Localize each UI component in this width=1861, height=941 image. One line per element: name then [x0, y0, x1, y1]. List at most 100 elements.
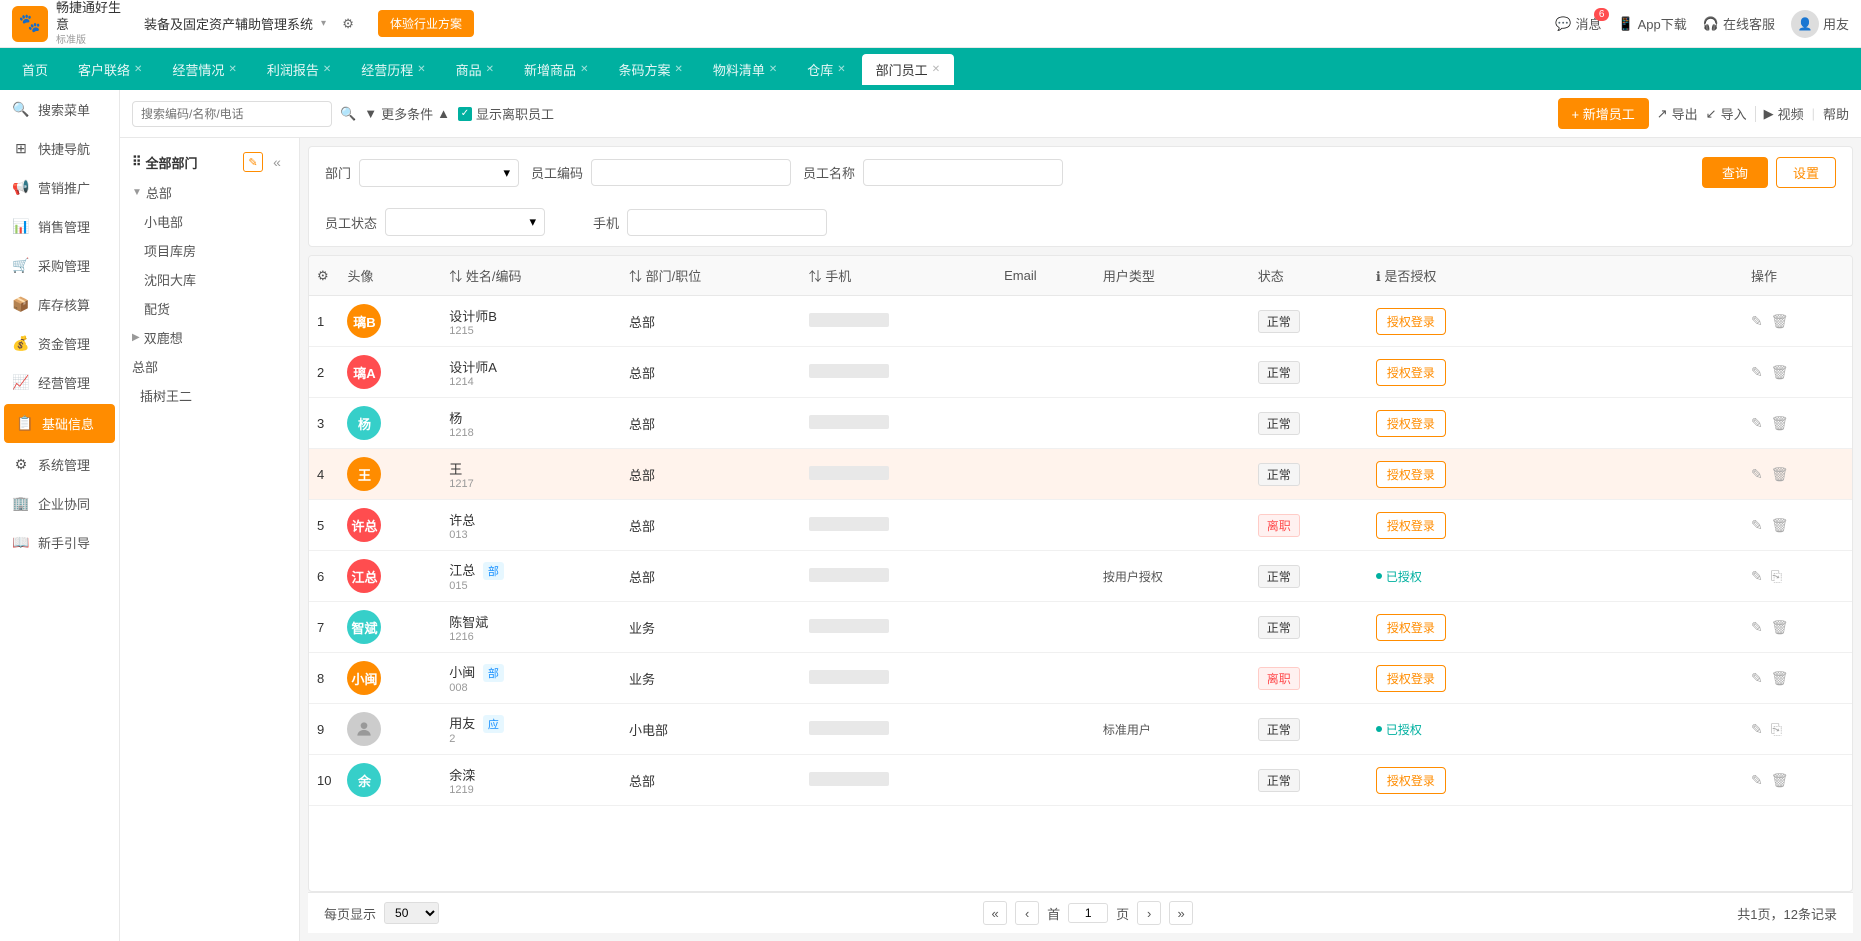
prev-page-btn[interactable]: ‹ — [1015, 901, 1039, 925]
tab-customer-close[interactable]: ✕ — [134, 64, 142, 75]
col-phone[interactable]: ⇅ 手机 — [801, 256, 996, 296]
edit-icon[interactable]: ✎ — [1751, 415, 1763, 432]
next-page-btn[interactable]: › — [1137, 901, 1161, 925]
edit-icon[interactable]: ✎ — [1751, 619, 1763, 636]
auth-login-btn[interactable]: 授权登录 — [1376, 614, 1446, 641]
delete-icon[interactable]: 🗑 — [1771, 670, 1789, 687]
experience-btn[interactable]: 体验行业方案 — [378, 10, 474, 37]
edit-icon[interactable]: ✎ — [1751, 772, 1763, 789]
page-number-input[interactable] — [1068, 903, 1108, 923]
tab-add-goods[interactable]: 新增商品 ✕ — [510, 54, 602, 85]
dept-node-hq2[interactable]: 总部 — [120, 352, 299, 381]
copy-icon[interactable]: ⎘ — [1771, 568, 1782, 585]
dept-add-icon[interactable]: ✎ — [243, 152, 263, 172]
sidebar-item-marketing[interactable]: 📢 营销推广 — [0, 168, 119, 207]
edit-icon[interactable]: ✎ — [1751, 568, 1763, 585]
auth-login-btn[interactable]: 授权登录 — [1376, 410, 1446, 437]
sidebar-item-basic[interactable]: 📋 基础信息 — [4, 404, 115, 443]
tab-bom[interactable]: 物料清单 ✕ — [699, 54, 791, 85]
sidebar-item-inventory[interactable]: 📦 库存核算 — [0, 285, 119, 324]
user-area[interactable]: 👤 用友 — [1791, 10, 1849, 38]
set-btn[interactable]: 设置 — [1776, 157, 1836, 188]
col-settings[interactable]: ⚙ — [309, 256, 339, 296]
auth-login-btn[interactable]: 授权登录 — [1376, 767, 1446, 794]
dept-node-small-electronics[interactable]: 小电部 — [120, 207, 299, 236]
page-size-select[interactable]: 50 100 — [384, 902, 439, 924]
tab-ops-close[interactable]: ✕ — [228, 64, 236, 75]
sidebar-item-corp[interactable]: 🏢 企业协同 — [0, 484, 119, 523]
filter-dept-select[interactable]: ▾ — [359, 159, 519, 187]
sidebar-item-quicknav[interactable]: ⊞ 快捷导航 — [0, 129, 119, 168]
filter-status-select[interactable]: ▾ — [385, 208, 545, 236]
delete-icon[interactable]: 🗑 — [1771, 619, 1789, 636]
tab-customer[interactable]: 客户联络 ✕ — [64, 54, 156, 85]
view-btn[interactable]: ▶ 视频 — [1764, 104, 1804, 123]
tab-add-goods-close[interactable]: ✕ — [580, 64, 588, 75]
sidebar-item-system[interactable]: ⚙ 系统管理 — [0, 445, 119, 484]
delete-icon[interactable]: 🗑 — [1771, 364, 1789, 381]
delete-icon[interactable]: 🗑 — [1771, 517, 1789, 534]
dept-node-project-warehouse[interactable]: 项目库房 — [120, 236, 299, 265]
delete-icon[interactable]: 🗑 — [1771, 313, 1789, 330]
tab-history[interactable]: 经营历程 ✕ — [347, 54, 439, 85]
add-employee-btn[interactable]: + 新增员工 — [1558, 98, 1649, 129]
edit-icon[interactable]: ✎ — [1751, 721, 1763, 738]
sidebar-item-guide[interactable]: 📖 新手引导 — [0, 523, 119, 562]
sidebar-item-finance[interactable]: 💰 资金管理 — [0, 324, 119, 363]
dept-collapse-icon[interactable]: « — [267, 152, 287, 172]
tab-employees-close[interactable]: ✕ — [932, 64, 940, 75]
query-btn[interactable]: 查询 — [1702, 157, 1768, 188]
import-btn[interactable]: ↙ 导入 — [1706, 104, 1747, 123]
sidebar-item-operations[interactable]: 📈 经营管理 — [0, 363, 119, 402]
auth-login-btn[interactable]: 授权登录 — [1376, 308, 1446, 335]
tab-employees[interactable]: 部门员工 ✕ — [862, 54, 954, 85]
dept-node-general[interactable]: ▼ 总部 — [120, 178, 299, 207]
delete-icon[interactable]: 🗑 — [1771, 466, 1789, 483]
messages-btn[interactable]: 💬 消息 6 — [1555, 14, 1601, 33]
auth-login-btn[interactable]: 授权登录 — [1376, 512, 1446, 539]
filter-empcode-input[interactable] — [591, 159, 791, 186]
last-page-btn[interactable]: » — [1169, 901, 1193, 925]
search-btn[interactable]: 🔍 — [340, 106, 356, 122]
tab-goods-close[interactable]: ✕ — [486, 64, 494, 75]
col-dept-position[interactable]: ⇅ 部门/职位 — [621, 256, 801, 296]
sidebar-item-sales[interactable]: 📊 销售管理 — [0, 207, 119, 246]
show-resigned-toggle[interactable]: ✓ 显示离职员工 — [458, 104, 554, 123]
sidebar-item-purchase[interactable]: 🛒 采购管理 — [0, 246, 119, 285]
dept-node-planting[interactable]: 插树王二 — [120, 381, 299, 410]
search-input[interactable] — [132, 101, 332, 127]
edit-icon[interactable]: ✎ — [1751, 313, 1763, 330]
edit-icon[interactable]: ✎ — [1751, 517, 1763, 534]
filter-phone-input[interactable] — [627, 209, 827, 236]
delete-icon[interactable]: 🗑 — [1771, 415, 1789, 432]
tab-history-close[interactable]: ✕ — [417, 64, 425, 75]
tab-goods[interactable]: 商品 ✕ — [442, 54, 508, 85]
tab-operations[interactable]: 经营情况 ✕ — [158, 54, 250, 85]
dept-node-distribution[interactable]: 配货 — [120, 294, 299, 323]
tab-warehouse[interactable]: 仓库 ✕ — [793, 54, 859, 85]
tab-home[interactable]: 首页 — [8, 54, 62, 85]
tab-profit-close[interactable]: ✕ — [323, 64, 331, 75]
settings-icon-btn[interactable]: ⚙ — [334, 10, 362, 38]
edit-icon[interactable]: ✎ — [1751, 670, 1763, 687]
first-page-btn[interactable]: « — [983, 901, 1007, 925]
col-name-code[interactable]: ⇅ 姓名/编码 — [441, 256, 621, 296]
auth-login-btn[interactable]: 授权登录 — [1376, 461, 1446, 488]
online-service-btn[interactable]: 🎧 在线客服 — [1703, 14, 1775, 33]
copy-icon[interactable]: ⎘ — [1771, 721, 1782, 738]
edit-icon[interactable]: ✎ — [1751, 466, 1763, 483]
app-download-btn[interactable]: 📱 App下载 — [1617, 14, 1686, 33]
export-btn[interactable]: ↗ 导出 — [1657, 104, 1698, 123]
tab-profit[interactable]: 利润报告 ✕ — [253, 54, 345, 85]
more-conditions-btn[interactable]: ▼ 更多条件 ▲ — [364, 104, 450, 123]
dept-node-shenyang[interactable]: 沈阳大库 — [120, 265, 299, 294]
auth-login-btn[interactable]: 授权登录 — [1376, 665, 1446, 692]
sidebar-item-search[interactable]: 🔍 搜索菜单 — [0, 90, 119, 129]
tab-barcode-close[interactable]: ✕ — [674, 64, 682, 75]
tab-barcode[interactable]: 条码方案 ✕ — [604, 54, 696, 85]
edit-icon[interactable]: ✎ — [1751, 364, 1763, 381]
auth-login-btn[interactable]: 授权登录 — [1376, 359, 1446, 386]
delete-icon[interactable]: 🗑 — [1771, 772, 1789, 789]
tab-warehouse-close[interactable]: ✕ — [837, 64, 845, 75]
dept-node-shuangliu[interactable]: ▶ 双鹿想 — [120, 323, 299, 352]
